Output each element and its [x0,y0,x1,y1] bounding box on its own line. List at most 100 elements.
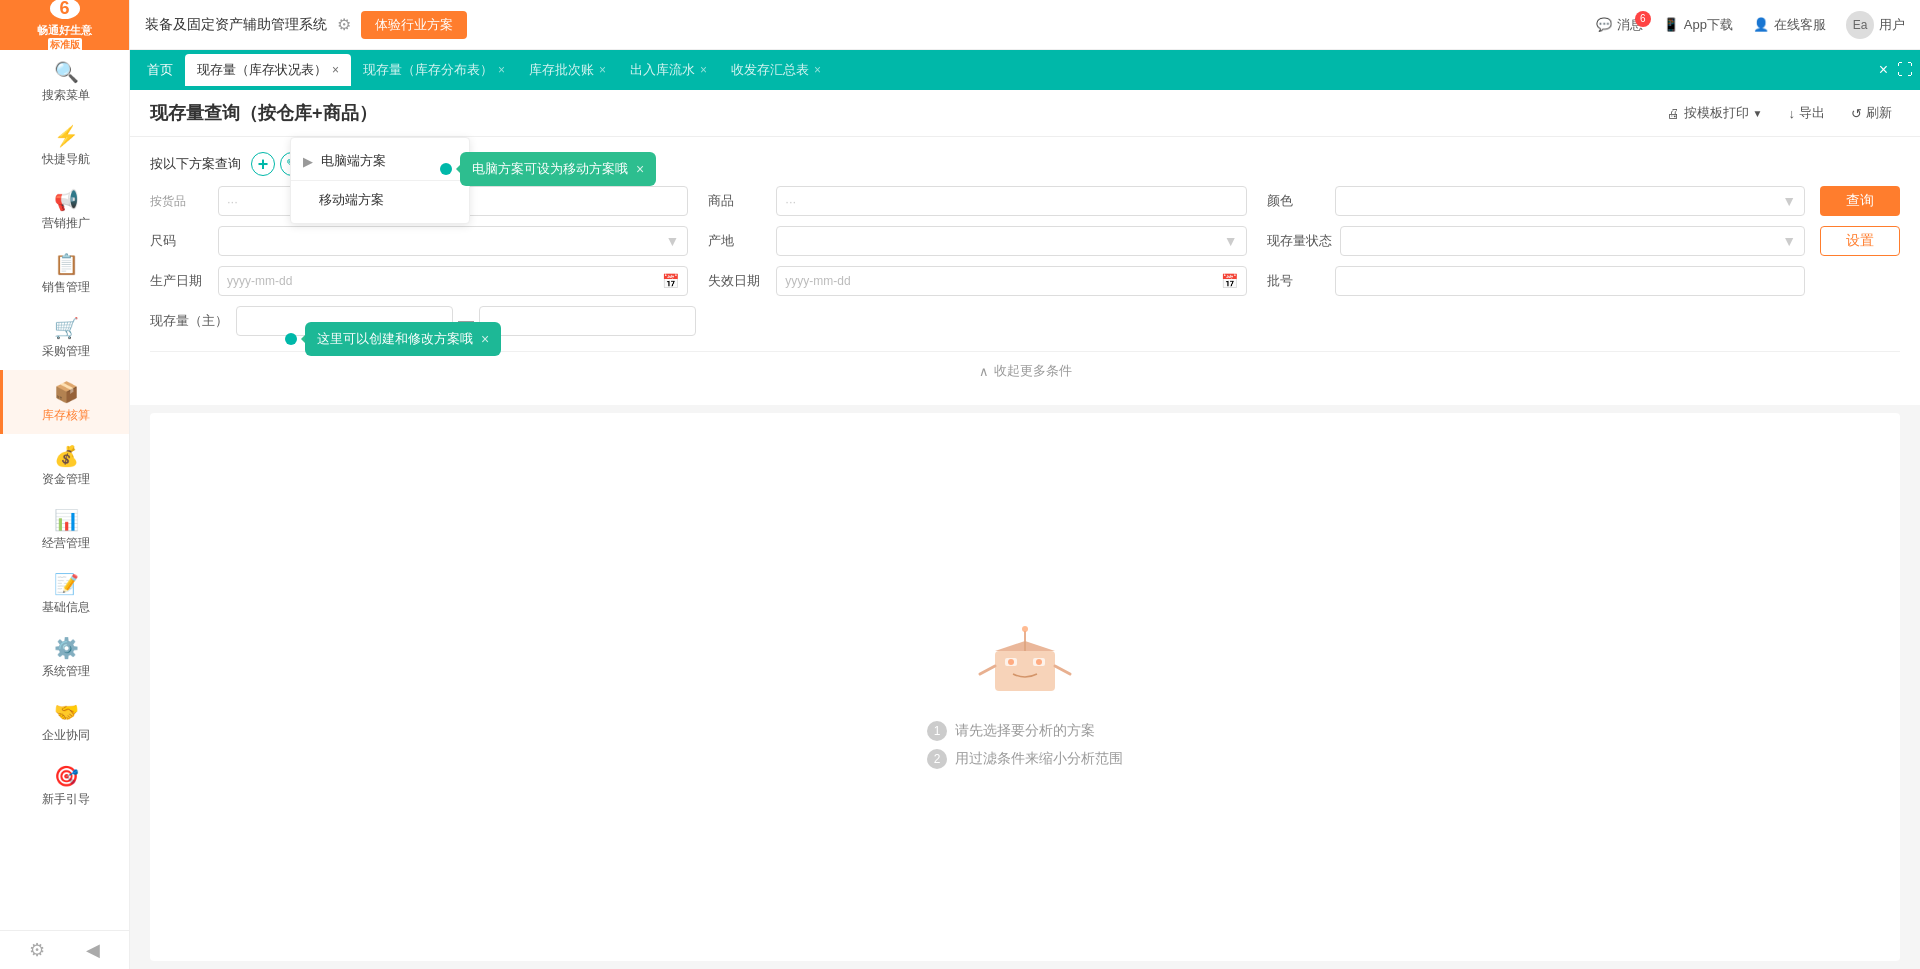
field-stock-qty-max[interactable] [479,306,696,336]
service-icon: 👤 [1753,17,1769,32]
field-goods-input[interactable]: ··· [776,186,1246,216]
tab-inout-flow[interactable]: 出入库流水 × [618,54,719,86]
sidebar-item-guide[interactable]: 🎯 新手引导 [0,754,129,818]
create-tooltip-text: 这里可以创建和修改方案哦 [317,330,473,348]
tab-expand-icon[interactable]: ⛶ [1895,59,1915,81]
add-scheme-icon[interactable]: + [251,152,275,176]
top-header: 装备及固定资产辅助管理系统 ⚙ 体验行业方案 💬 消息 6 📱 App下载 👤 … [130,0,1920,50]
sidebar-item-search-menu[interactable]: 🔍 搜索菜单 [0,50,129,114]
quick-nav-icon: ⚡ [54,124,79,148]
tab-receive-summary[interactable]: 收发存汇总表 × [719,54,833,86]
settings-bottom-icon[interactable]: ⚙ [29,939,45,961]
sidebar: 6 畅通好生意 标准版 🔍 搜索菜单 ⚡ 快捷导航 📢 营销推广 📋 销售管理 … [0,0,130,969]
field-produce-date: 生产日期 yyyy-mm-dd 📅 [150,266,688,296]
tip-text-1: 请先选择要分析的方案 [955,722,1095,740]
field-size: 尺码 ▼ [150,226,688,256]
page-title: 现存量查询（按仓库+商品） [150,101,377,125]
online-service-action[interactable]: 👤 在线客服 [1753,16,1826,34]
collapse-row[interactable]: ∧ 收起更多条件 [150,351,1900,390]
field-produce-date-label: 生产日期 [150,272,210,290]
tab-inout-flow-close[interactable]: × [700,63,707,77]
tab-receive-summary-label: 收发存汇总表 [731,61,809,79]
sidebar-item-marketing[interactable]: 📢 营销推广 [0,178,129,242]
user-action[interactable]: Ea 用户 [1846,11,1905,39]
tab-home[interactable]: 首页 [135,54,185,86]
field-batch-input[interactable] [1335,266,1805,296]
collapse-sidebar-icon[interactable]: ◀ [86,939,100,961]
pc-scheme-tooltip: 电脑方案可设为移动方案哦 × [440,152,656,186]
tab-inventory-batch-close[interactable]: × [599,63,606,77]
tip-num-2: 2 [927,749,947,769]
sidebar-item-finance[interactable]: 💰 资金管理 [0,434,129,498]
tab-inventory-dist[interactable]: 现存量（库存分布表） × [351,54,517,86]
field-row-3: 生产日期 yyyy-mm-dd 📅 失效日期 yyyy-mm-dd 📅 [150,266,1805,296]
filter-label: 按以下方案查询 [150,155,241,173]
app-download-action[interactable]: 📱 App下载 [1663,16,1733,34]
stock-status-dropdown-icon: ▼ [1782,233,1796,249]
field-origin-input[interactable]: ▼ [776,226,1246,256]
page-content: 现存量查询（按仓库+商品） 🖨 按模板打印 ▼ ↓ 导出 ↺ 刷新 [130,90,1920,969]
avatar: Ea [1846,11,1874,39]
guide-icon: 🎯 [54,764,79,788]
tab-close-all-icon[interactable]: × [1877,59,1890,81]
sidebar-item-quick-nav[interactable]: ⚡ 快捷导航 [0,114,129,178]
field-expire-date: 失效日期 yyyy-mm-dd 📅 [708,266,1246,296]
pc-tooltip-bubble: 电脑方案可设为移动方案哦 × [460,152,656,186]
collapse-label: 收起更多条件 [994,362,1072,380]
scheme-arrow-icon: ▶ [303,154,313,169]
page-header: 现存量查询（按仓库+商品） 🖨 按模板打印 ▼ ↓ 导出 ↺ 刷新 [130,90,1920,137]
collapse-icon: ∧ [979,364,989,379]
scheme-item-mobile[interactable]: 移动端方案 [291,185,469,215]
field-size-input[interactable]: ▼ [218,226,688,256]
sidebar-item-enterprise[interactable]: 🤝 企业协同 [0,690,129,754]
field-color-input[interactable]: ▼ [1335,186,1805,216]
sidebar-item-system[interactable]: ⚙️ 系统管理 [0,626,129,690]
finance-icon: 💰 [54,444,79,468]
create-connector-dot [285,333,297,345]
field-produce-date-input[interactable]: yyyy-mm-dd 📅 [218,266,688,296]
field-stock-status: 现存量状态 ▼ [1267,226,1805,256]
tab-inventory-dist-label: 现存量（库存分布表） [363,61,493,79]
sidebar-item-purchase[interactable]: 🛒 采购管理 [0,306,129,370]
sidebar-item-basic[interactable]: 📝 基础信息 [0,562,129,626]
marketing-icon: 📢 [54,188,79,212]
pc-tooltip-close[interactable]: × [636,161,644,177]
experience-btn[interactable]: 体验行业方案 [361,11,467,39]
field-expire-date-input[interactable]: yyyy-mm-dd 📅 [776,266,1246,296]
print-icon: 🖨 [1667,106,1680,121]
print-btn[interactable]: 🖨 按模板打印 ▼ [1659,100,1771,126]
header-settings-icon[interactable]: ⚙ [337,15,351,34]
reset-btn[interactable]: 设置 [1820,226,1900,256]
empty-tip-1: 1 请先选择要分析的方案 [927,721,1123,741]
sidebar-item-label: 基础信息 [42,599,90,616]
empty-illustration [975,606,1075,706]
page-actions: 🖨 按模板打印 ▼ ↓ 导出 ↺ 刷新 [1659,100,1900,126]
sidebar-item-ops[interactable]: 📊 经营管理 [0,498,129,562]
refresh-icon: ↺ [1851,106,1862,121]
create-tooltip-close[interactable]: × [481,331,489,347]
sidebar-bottom: ⚙ ◀ [0,930,129,969]
export-btn[interactable]: ↓ 导出 [1781,100,1834,126]
svg-line-10 [1055,666,1070,674]
tab-receive-summary-close[interactable]: × [814,63,821,77]
sidebar-item-inventory[interactable]: 📦 库存核算 [0,370,129,434]
empty-tip-2: 2 用过滤条件来缩小分析范围 [927,749,1123,769]
sidebar-item-sales[interactable]: 📋 销售管理 [0,242,129,306]
enterprise-icon: 🤝 [54,700,79,724]
tab-inventory-batch[interactable]: 库存批次账 × [517,54,618,86]
svg-rect-0 [995,651,1055,691]
expire-date-calendar-icon: 📅 [1221,273,1238,289]
tab-inventory-status[interactable]: 现存量（库存状况表） × [185,54,351,86]
search-btn[interactable]: 查询 [1820,186,1900,216]
scheme-pc-label: 电脑端方案 [321,152,386,170]
message-action[interactable]: 💬 消息 6 [1596,16,1643,34]
field-batch-label: 批号 [1267,272,1327,290]
field-goods: 商品 ··· [708,186,1246,216]
tab-bar: 首页 现存量（库存状况表） × 现存量（库存分布表） × 库存批次账 × 出入库… [130,50,1920,90]
search-menu-icon: 🔍 [54,60,79,84]
tab-inventory-status-close[interactable]: × [332,63,339,77]
color-dropdown-icon: ▼ [1782,193,1796,209]
field-stock-status-input[interactable]: ▼ [1340,226,1805,256]
refresh-btn[interactable]: ↺ 刷新 [1843,100,1900,126]
tab-inventory-dist-close[interactable]: × [498,63,505,77]
